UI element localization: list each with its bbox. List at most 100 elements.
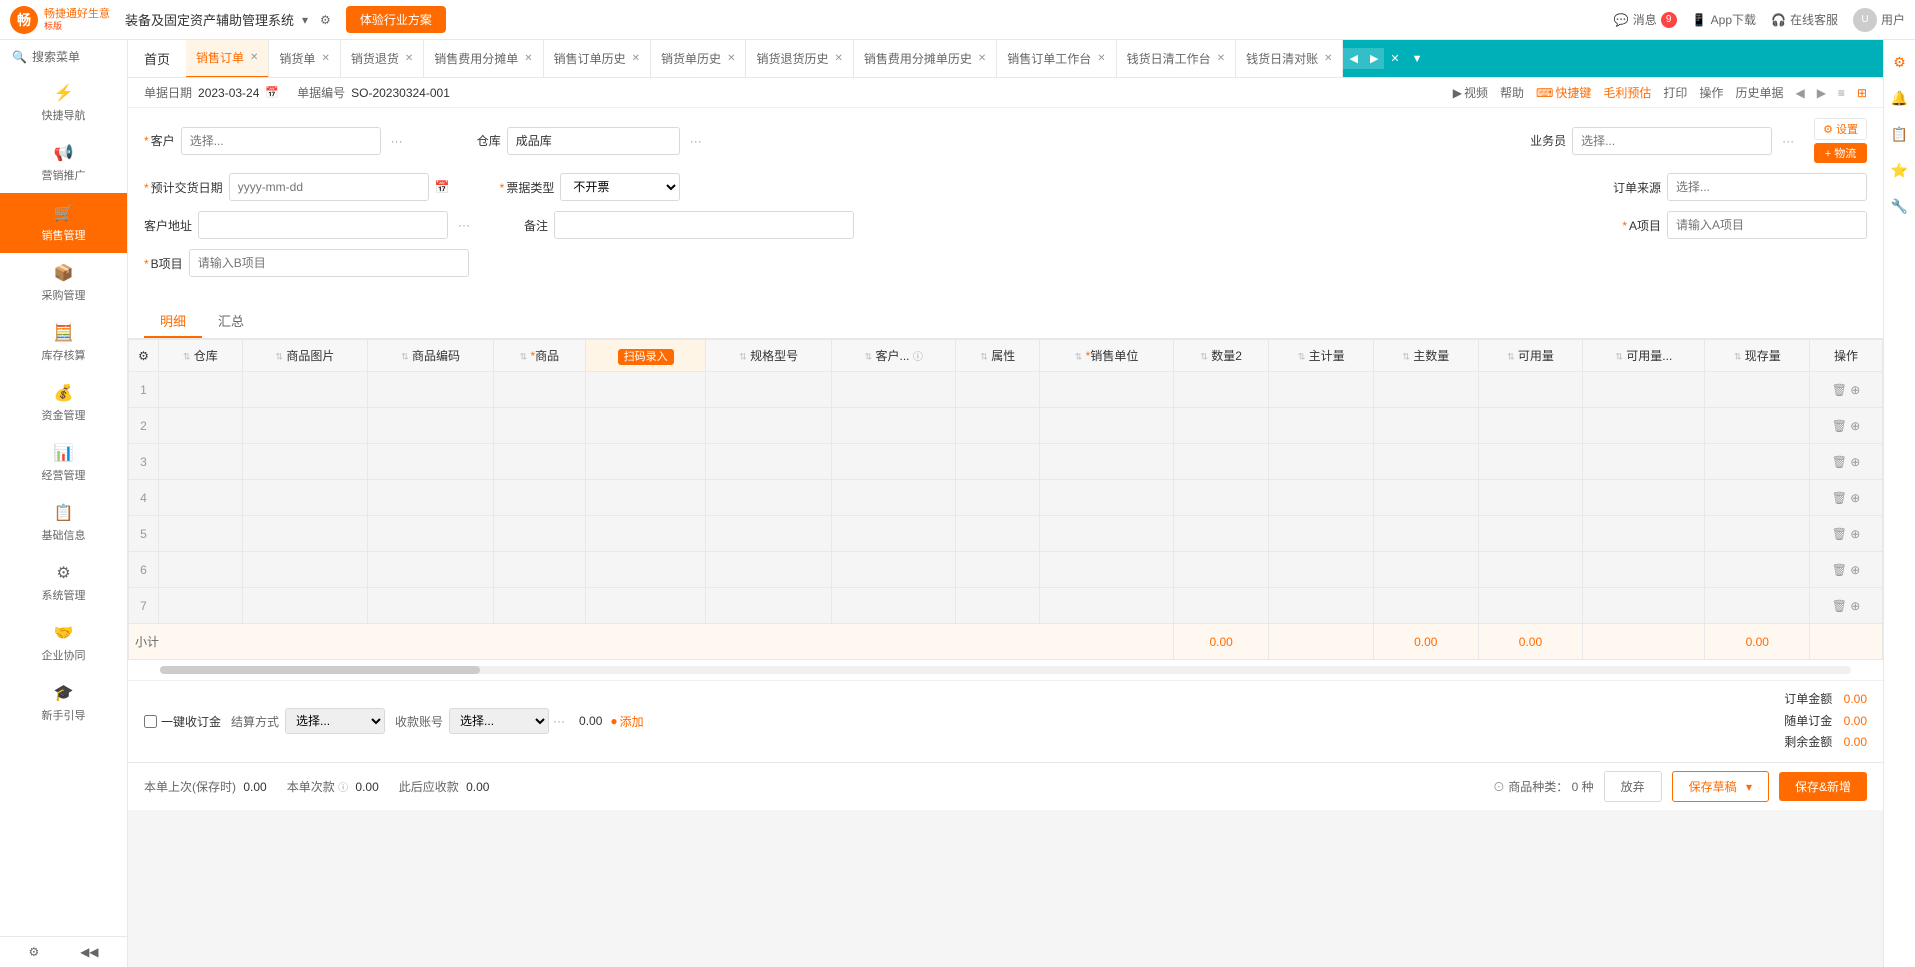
a-project-input[interactable] [1667,211,1867,239]
row1-product[interactable] [493,372,585,408]
user-btn[interactable]: U 用户 [1853,8,1905,32]
tab-fee-split[interactable]: 销售费用分摊单✕ [424,40,543,78]
tab-sales-order[interactable]: 销售订单 ✕ [186,40,269,78]
row1-scan[interactable] [585,372,706,408]
current-info-icon[interactable]: ⓘ [338,783,348,794]
right-sidebar-settings-icon[interactable]: ⚙ [1886,48,1914,76]
scrollbar-track[interactable] [160,666,1851,674]
tab-daily-reconcile[interactable]: 钱货日清对账✕ [1236,40,1343,78]
discard-btn[interactable]: 放弃 [1604,771,1662,802]
tab-order-history[interactable]: 销售订单历史✕ [544,40,651,78]
right-sidebar-bell-icon[interactable]: 🔔 [1886,84,1914,112]
message-btn[interactable]: 💬 消息 9 [1614,11,1677,28]
delivery-input[interactable] [229,173,429,201]
tab-invoice-history[interactable]: 销货单历史✕ [651,40,746,78]
row1-code[interactable] [368,372,494,408]
one-click-checkbox-label[interactable]: 一键收订金 [144,713,221,730]
operation-btn[interactable]: 操作 [1699,84,1723,101]
right-sidebar-clipboard-icon[interactable]: 📋 [1886,120,1914,148]
profit-btn[interactable]: 毛利预估 [1603,84,1651,101]
sidebar-item-assets[interactable]: 💰 资金管理 [0,373,127,433]
sidebar-item-sales[interactable]: 🛒 销售管理 [0,193,127,253]
tab-return-history-close[interactable]: ✕ [834,53,842,64]
add-logistics-btn[interactable]: + 物流 [1814,143,1867,163]
sidebar-item-inventory[interactable]: 🧮 库存核算 [0,313,127,373]
save-draft-btn[interactable]: 保存草稿 ▾ [1672,771,1769,802]
tab-daily-workbench[interactable]: 钱货日清工作台✕ [1117,40,1236,78]
th-settings[interactable]: ⚙ [129,340,159,372]
calendar-icon[interactable]: 📅 [265,86,279,99]
detail-tab-huizong[interactable]: 汇总 [202,305,260,338]
row1-unit[interactable] [1040,372,1174,408]
save-draft-dropdown-icon[interactable]: ▾ [1746,780,1752,794]
staff-more-btn[interactable]: ··· [1778,134,1798,148]
tab-return-close[interactable]: ✕ [405,53,413,64]
row1-image[interactable] [242,372,368,408]
tab-menu-btn[interactable]: ✕ [1384,52,1405,65]
settings-gear-icon[interactable]: ⚙ [320,13,331,27]
tab-daily-workbench-close[interactable]: ✕ [1217,53,1225,64]
tab-list-btn[interactable]: ▼ [1406,53,1429,65]
tab-return[interactable]: 销货退货✕ [341,40,424,78]
right-sidebar-star-icon[interactable]: ⭐ [1886,156,1914,184]
sidebar-item-marketing[interactable]: 📢 营销推广 [0,133,127,193]
th-scan[interactable]: 扫码录入 [585,340,706,372]
tab-workbench[interactable]: 销售订单工作台✕ [997,40,1116,78]
tab-return-history[interactable]: 销货退货历史✕ [746,40,853,78]
notes-input[interactable] [554,211,854,239]
scrollbar-thumb[interactable] [160,666,480,674]
invoice-select[interactable]: 不开票 普通发票 增值税发票 [560,173,680,201]
account-select[interactable]: 选择... [449,708,549,734]
sidebar-item-system[interactable]: ⚙ 系统管理 [0,553,127,613]
sidebar-settings-btn[interactable]: ⚙ [28,945,39,959]
history-btn[interactable]: 历史单据 [1735,84,1783,101]
order-source-input[interactable] [1667,173,1867,201]
tab-fee-history-close[interactable]: ✕ [978,53,986,64]
system-dropdown[interactable]: ▾ [302,13,308,27]
row1-main-unit[interactable] [1269,372,1374,408]
app-download-btn[interactable]: 📱 App下载 [1692,11,1756,28]
sidebar-item-purchase[interactable]: 📦 采购管理 [0,253,127,313]
warehouse-more-btn[interactable]: ··· [686,134,706,148]
staff-input[interactable] [1572,127,1772,155]
print-btn[interactable]: 打印 [1663,84,1687,101]
row1-main-qty[interactable] [1373,372,1478,408]
view-btn[interactable]: ▶ 视频 [1453,84,1488,101]
b-project-input[interactable] [189,249,469,277]
tab-sales-order-close[interactable]: ✕ [250,52,258,63]
tab-invoice-history-close[interactable]: ✕ [727,53,735,64]
account-more-btn[interactable]: ··· [549,714,569,728]
addr-more-btn[interactable]: ··· [454,218,474,232]
sidebar-item-operations[interactable]: 📊 经营管理 [0,433,127,493]
tab-fee-history[interactable]: 销售费用分摊单历史✕ [854,40,997,78]
tab-home[interactable]: 首页 [128,40,186,78]
settlement-select[interactable]: 选择... [285,708,385,734]
settings-btn[interactable]: ⚙ 设置 [1814,118,1867,140]
delivery-calendar-icon[interactable]: 📅 [435,180,450,194]
customer-more-btn[interactable]: ··· [387,134,407,148]
row1-warehouse[interactable] [159,372,243,408]
save-new-btn[interactable]: 保存&新增 [1779,772,1867,801]
sidebar-item-basic[interactable]: 📋 基础信息 [0,493,127,553]
right-sidebar-tool-icon[interactable]: 🔧 [1886,192,1914,220]
tab-daily-reconcile-close[interactable]: ✕ [1324,53,1332,64]
add-amount-btn[interactable]: ● 添加 [610,713,643,730]
online-support-btn[interactable]: 🎧 在线客服 [1771,11,1838,28]
row1-available[interactable] [1478,372,1583,408]
pagination-next-icon[interactable]: ▶ [1817,86,1826,100]
tab-order-history-close[interactable]: ✕ [632,53,640,64]
row1-available2[interactable] [1583,372,1705,408]
sidebar-item-guide[interactable]: 🎓 新手引导 [0,673,127,733]
product-count-icon[interactable]: ⊙ [1493,780,1505,794]
warehouse-input[interactable] [507,127,680,155]
search-menu-item[interactable]: 🔍 搜索菜单 [0,40,127,73]
tab-fee-split-close[interactable]: ✕ [524,53,532,64]
row1-spec[interactable] [706,372,832,408]
row1-qty2[interactable] [1173,372,1268,408]
tab-workbench-close[interactable]: ✕ [1097,53,1105,64]
row1-stock[interactable] [1705,372,1810,408]
customer-input[interactable] [181,127,381,155]
sidebar-item-enterprise[interactable]: 🤝 企业协同 [0,613,127,673]
tab-invoice-close[interactable]: ✕ [321,53,329,64]
row1-customer-code[interactable] [832,372,956,408]
